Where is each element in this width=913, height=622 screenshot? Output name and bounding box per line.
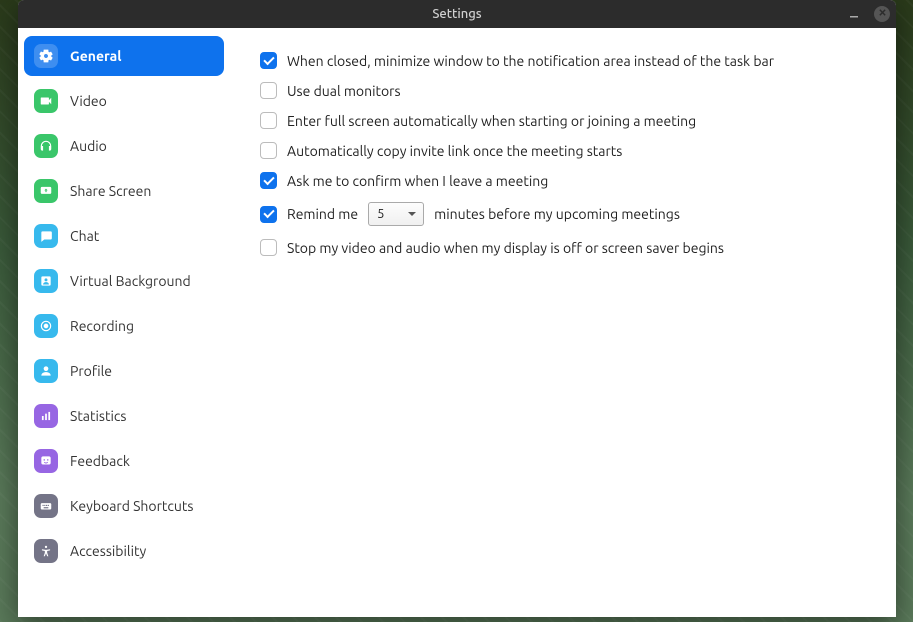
setting-label: Use dual monitors (287, 83, 401, 99)
settings-panel: When closed, minimize window to the noti… (230, 28, 896, 617)
select-remind-minutes[interactable]: 5 (368, 202, 424, 226)
sidebar-item-audio[interactable]: Audio (24, 126, 224, 166)
setting-full-screen-auto: Enter full screen automatically when sta… (260, 112, 866, 129)
setting-label: When closed, minimize window to the noti… (287, 53, 774, 69)
sidebar-item-label: Virtual Background (70, 273, 191, 289)
checkbox-full-screen-auto[interactable] (260, 112, 277, 129)
settings-window: Settings General Video (18, 0, 896, 617)
keyboard-icon (34, 494, 58, 518)
sidebar-item-label: Profile (70, 363, 112, 379)
recording-icon (34, 314, 58, 338)
setting-label-before: Remind me (287, 206, 358, 222)
checkbox-confirm-leave[interactable] (260, 172, 277, 189)
sidebar-item-label: Accessibility (70, 543, 146, 559)
setting-dual-monitors: Use dual monitors (260, 82, 866, 99)
sidebar-item-label: Recording (70, 318, 134, 334)
setting-label-after: minutes before my upcoming meetings (434, 206, 680, 222)
checkbox-stop-av-on-sleep[interactable] (260, 239, 277, 256)
profile-icon (34, 359, 58, 383)
setting-label: Enter full screen automatically when sta… (287, 113, 696, 129)
checkbox-dual-monitors[interactable] (260, 82, 277, 99)
sidebar-item-label: Feedback (70, 453, 130, 469)
sidebar-item-profile[interactable]: Profile (24, 351, 224, 391)
window-title: Settings (432, 7, 481, 21)
share-screen-icon (34, 179, 58, 203)
sidebar: General Video Audio Share Screen (18, 28, 230, 617)
sidebar-item-share-screen[interactable]: Share Screen (24, 171, 224, 211)
sidebar-item-keyboard-shortcuts[interactable]: Keyboard Shortcuts (24, 486, 224, 526)
video-icon (34, 89, 58, 113)
minimize-button[interactable] (846, 6, 862, 22)
setting-minimize-to-tray: When closed, minimize window to the noti… (260, 52, 866, 69)
sidebar-item-label: Statistics (70, 408, 126, 424)
sidebar-item-virtual-background[interactable]: Virtual Background (24, 261, 224, 301)
sidebar-item-recording[interactable]: Recording (24, 306, 224, 346)
close-button[interactable] (874, 6, 890, 22)
accessibility-icon (34, 539, 58, 563)
sidebar-item-video[interactable]: Video (24, 81, 224, 121)
sidebar-item-accessibility[interactable]: Accessibility (24, 531, 224, 571)
sidebar-item-label: Keyboard Shortcuts (70, 498, 193, 514)
sidebar-item-label: Audio (70, 138, 107, 154)
sidebar-item-label: Chat (70, 228, 99, 244)
virtual-background-icon (34, 269, 58, 293)
checkbox-remind-me[interactable] (260, 206, 277, 223)
sidebar-item-chat[interactable]: Chat (24, 216, 224, 256)
setting-label: Stop my video and audio when my display … (287, 240, 724, 256)
sidebar-item-general[interactable]: General (24, 36, 224, 76)
chat-icon (34, 224, 58, 248)
gear-icon (34, 44, 58, 68)
sidebar-item-label: Video (70, 93, 107, 109)
feedback-icon (34, 449, 58, 473)
setting-copy-invite: Automatically copy invite link once the … (260, 142, 866, 159)
headphones-icon (34, 134, 58, 158)
sidebar-item-statistics[interactable]: Statistics (24, 396, 224, 436)
titlebar[interactable]: Settings (18, 0, 896, 28)
select-value: 5 (377, 207, 384, 221)
sidebar-item-feedback[interactable]: Feedback (24, 441, 224, 481)
checkbox-copy-invite[interactable] (260, 142, 277, 159)
sidebar-item-label: General (70, 48, 122, 64)
setting-confirm-leave: Ask me to confirm when I leave a meeting (260, 172, 866, 189)
setting-label: Automatically copy invite link once the … (287, 143, 622, 159)
setting-stop-av-on-sleep: Stop my video and audio when my display … (260, 239, 866, 256)
statistics-icon (34, 404, 58, 428)
setting-label: Ask me to confirm when I leave a meeting (287, 173, 548, 189)
checkbox-minimize-to-tray[interactable] (260, 52, 277, 69)
sidebar-item-label: Share Screen (70, 183, 151, 199)
setting-remind-me: Remind me 5 minutes before my upcoming m… (260, 202, 866, 226)
